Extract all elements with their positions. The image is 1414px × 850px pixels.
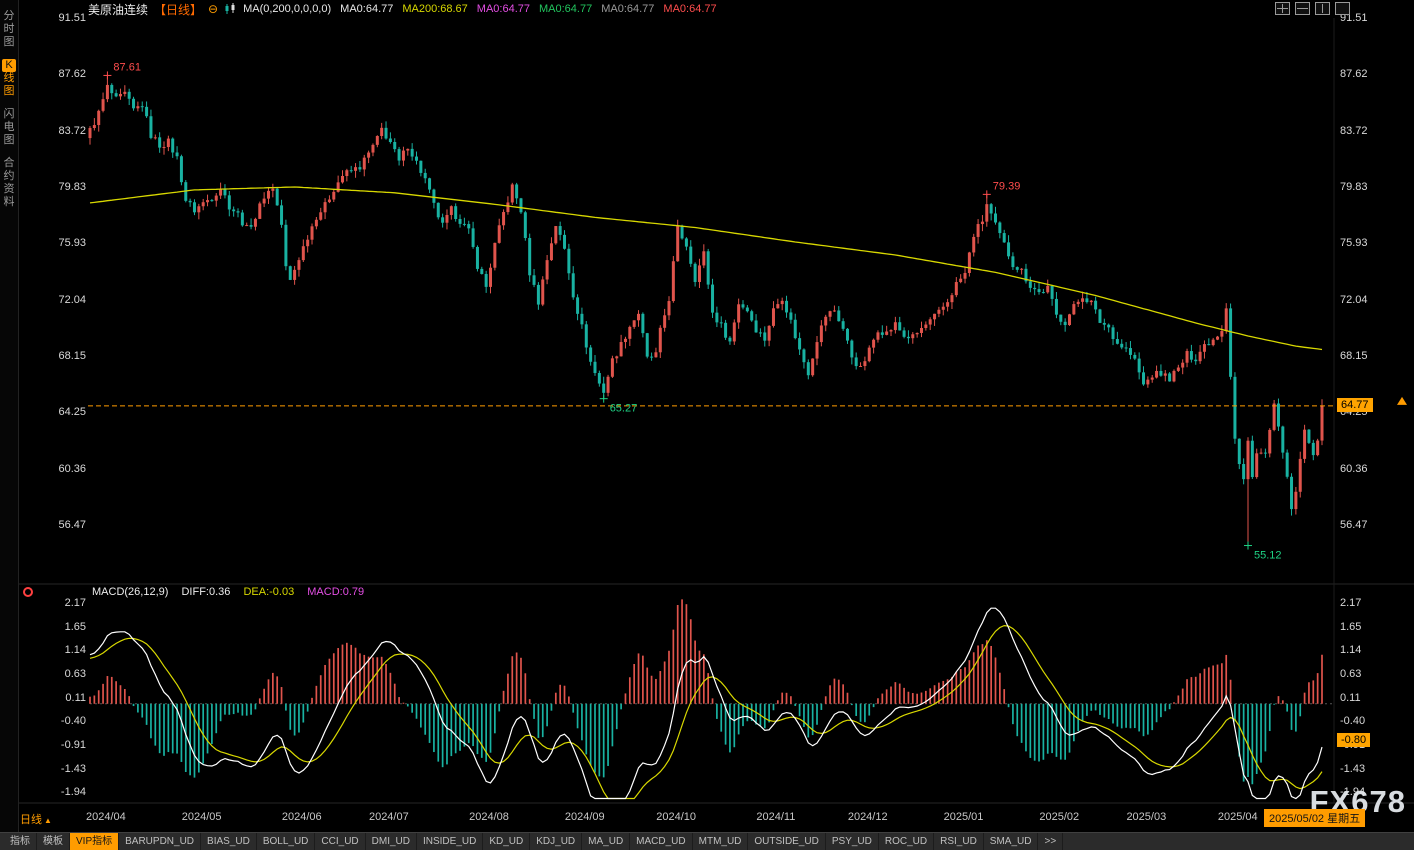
sidebar-item-time-chart[interactable]: 分时图 [0, 10, 18, 49]
macd-header: MACD(26,12,9) DIFF:0.36 DEA:-0.03 MACD:0… [92, 586, 374, 598]
period-tag[interactable]: 【日线】 [154, 1, 202, 18]
tab-kd-ud[interactable]: KD_UD [483, 833, 530, 850]
macd-value-badge: -0.80 [1337, 733, 1370, 747]
tab-templates[interactable]: 模板 [37, 833, 70, 850]
tab-boll-ud[interactable]: BOLL_UD [257, 833, 316, 850]
tab-kdj-ud[interactable]: KDJ_UD [530, 833, 582, 850]
candlestick-icon [224, 3, 237, 15]
dea-line [90, 626, 1322, 799]
ma-legend: MA(0,200,0,0,0,0) MA0:64.77 MA200:68.67 MA0… [243, 3, 726, 15]
macd-dea-value: DEA:-0.03 [243, 586, 294, 598]
macd-title[interactable]: MACD(26,12,9) [92, 586, 168, 598]
chart-canvas[interactable]: 87.61 79.39 65.27 55.12 [0, 0, 1414, 850]
macd-layer [90, 599, 1334, 798]
sidebar-item-kline-chart[interactable]: K线图 [0, 59, 18, 98]
ma-legend-item: MA200:68.67 [402, 3, 467, 15]
window-layout-single-icon[interactable] [1335, 2, 1350, 15]
trading-terminal: 87.61 79.39 65.27 55.12 分时图 K线图闪电图合约资料 美原油连续… [0, 0, 1414, 850]
macd-diff-value: DIFF:0.36 [181, 586, 230, 598]
ma-legend-item: MA0:64.77 [539, 3, 592, 15]
tab-dmi-ud[interactable]: DMI_UD [366, 833, 417, 850]
window-layout-grid-icon[interactable] [1275, 2, 1290, 15]
tab-more[interactable]: >> [1038, 833, 1063, 850]
overlay-icon[interactable]: ⊖ [208, 3, 218, 15]
ma-legend-item: MA(0,200,0,0,0,0) [243, 3, 331, 15]
bottom-period-label[interactable]: 日线▲ [20, 811, 52, 827]
window-layout-hsplit-icon[interactable] [1295, 2, 1310, 15]
indicator-tabbar: 指标模板VIP指标BARUPDN_UDBIAS_UDBOLL_UDCCI_UDD… [0, 832, 1414, 850]
candles-layer [89, 75, 1324, 545]
tab-barupdn-ud[interactable]: BARUPDN_UD [119, 833, 201, 850]
tab-rsi-ud[interactable]: RSI_UD [934, 833, 984, 850]
tab-psy-ud[interactable]: PSY_UD [826, 833, 879, 850]
extreme-price-label: 87.61 [113, 61, 141, 73]
ma200-line [90, 187, 1322, 350]
price-up-arrow-icon [1397, 397, 1407, 405]
sidebar-item-flash-chart[interactable]: 闪电图 [0, 108, 18, 147]
extreme-price-label: 65.27 [610, 403, 638, 415]
current-price-badge: 64.77 [1337, 398, 1373, 412]
sidebar-item-contract-info[interactable]: 合约资料 [0, 157, 18, 209]
tab-indicators[interactable]: 指标 [4, 833, 37, 850]
extreme-price-label: 79.39 [993, 180, 1021, 192]
left-sidebar: 分时图 K线图闪电图合约资料 [0, 0, 19, 832]
tab-inside-ud[interactable]: INSIDE_UD [417, 833, 483, 850]
ma-legend-item: MA0:64.77 [601, 3, 654, 15]
symbol-title[interactable]: 美原油连续 [88, 1, 148, 18]
last-date-badge: 2025/05/02 星期五 [1264, 809, 1365, 827]
ma-legend-item: MA0:64.77 [477, 3, 530, 15]
indicator-marker-icon[interactable] [23, 587, 33, 597]
tab-cci-ud[interactable]: CCI_UD [315, 833, 365, 850]
ma-legend-item: MA0:64.77 [663, 3, 716, 15]
tab-roc-ud[interactable]: ROC_UD [879, 833, 934, 850]
window-layout-vsplit-icon[interactable] [1315, 2, 1330, 15]
tab-bias-ud[interactable]: BIAS_UD [201, 833, 257, 850]
period-text: 日线 [20, 814, 42, 826]
tab-sma-ud[interactable]: SMA_UD [984, 833, 1039, 850]
tab-vip-indicators[interactable]: VIP指标 [70, 833, 119, 850]
tab-outside-ud[interactable]: OUTSIDE_UD [748, 833, 825, 850]
window-layout-buttons [1275, 2, 1350, 15]
macd-macd-value: MACD:0.79 [307, 586, 364, 598]
ma-legend-item: MA0:64.77 [340, 3, 393, 15]
tab-mtm-ud[interactable]: MTM_UD [693, 833, 749, 850]
tab-ma-ud[interactable]: MA_UD [582, 833, 630, 850]
extreme-price-label: 55.12 [1254, 550, 1282, 562]
tab-macd-ud[interactable]: MACD_UD [630, 833, 692, 850]
chart-header: 美原油连续 【日线】 ⊖ MA(0,200,0,0,0,0)MA0:64.77M… [88, 1, 1414, 17]
triangle-up-icon: ▲ [44, 816, 52, 825]
